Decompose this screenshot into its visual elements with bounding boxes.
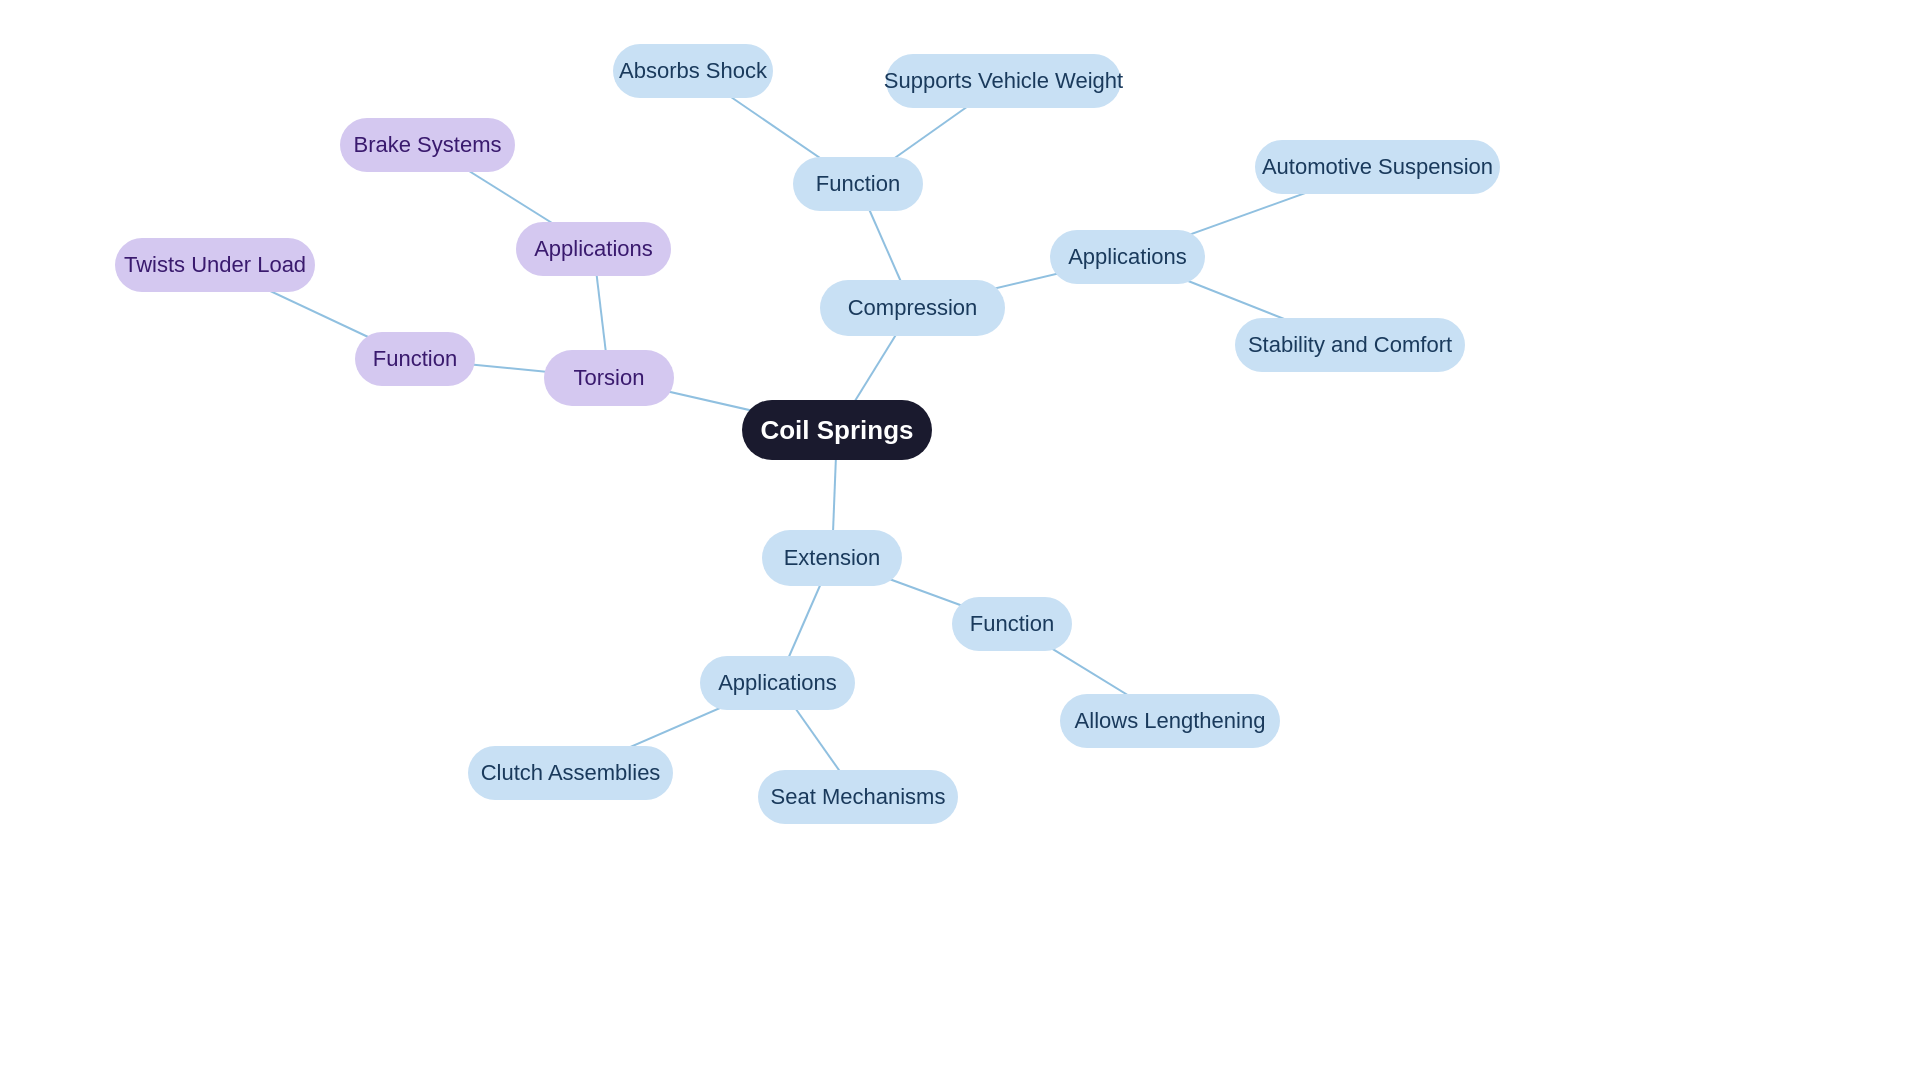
node-torsion[interactable]: Torsion (544, 350, 674, 406)
node-supports_weight[interactable]: Supports Vehicle Weight (886, 54, 1121, 108)
node-twists_under_load[interactable]: Twists Under Load (115, 238, 315, 292)
node-comp_function[interactable]: Function (793, 157, 923, 211)
node-stability[interactable]: Stability and Comfort (1235, 318, 1465, 372)
node-seat_mechanisms[interactable]: Seat Mechanisms (758, 770, 958, 824)
node-ext_applications[interactable]: Applications (700, 656, 855, 710)
node-compression[interactable]: Compression (820, 280, 1005, 336)
connection-lines (0, 0, 1920, 1083)
node-torsion_function[interactable]: Function (355, 332, 475, 386)
node-center[interactable]: Coil Springs (742, 400, 932, 460)
node-allows_lengthening[interactable]: Allows Lengthening (1060, 694, 1280, 748)
node-torsion_applications[interactable]: Applications (516, 222, 671, 276)
node-absorbs_shock[interactable]: Absorbs Shock (613, 44, 773, 98)
node-clutch_assemblies[interactable]: Clutch Assemblies (468, 746, 673, 800)
node-ext_function[interactable]: Function (952, 597, 1072, 651)
node-brake_systems[interactable]: Brake Systems (340, 118, 515, 172)
node-auto_suspension[interactable]: Automotive Suspension (1255, 140, 1500, 194)
node-extension[interactable]: Extension (762, 530, 902, 586)
mindmap-container: Coil Springs Compression Function Absorbs S… (0, 0, 1920, 1083)
node-comp_applications[interactable]: Applications (1050, 230, 1205, 284)
